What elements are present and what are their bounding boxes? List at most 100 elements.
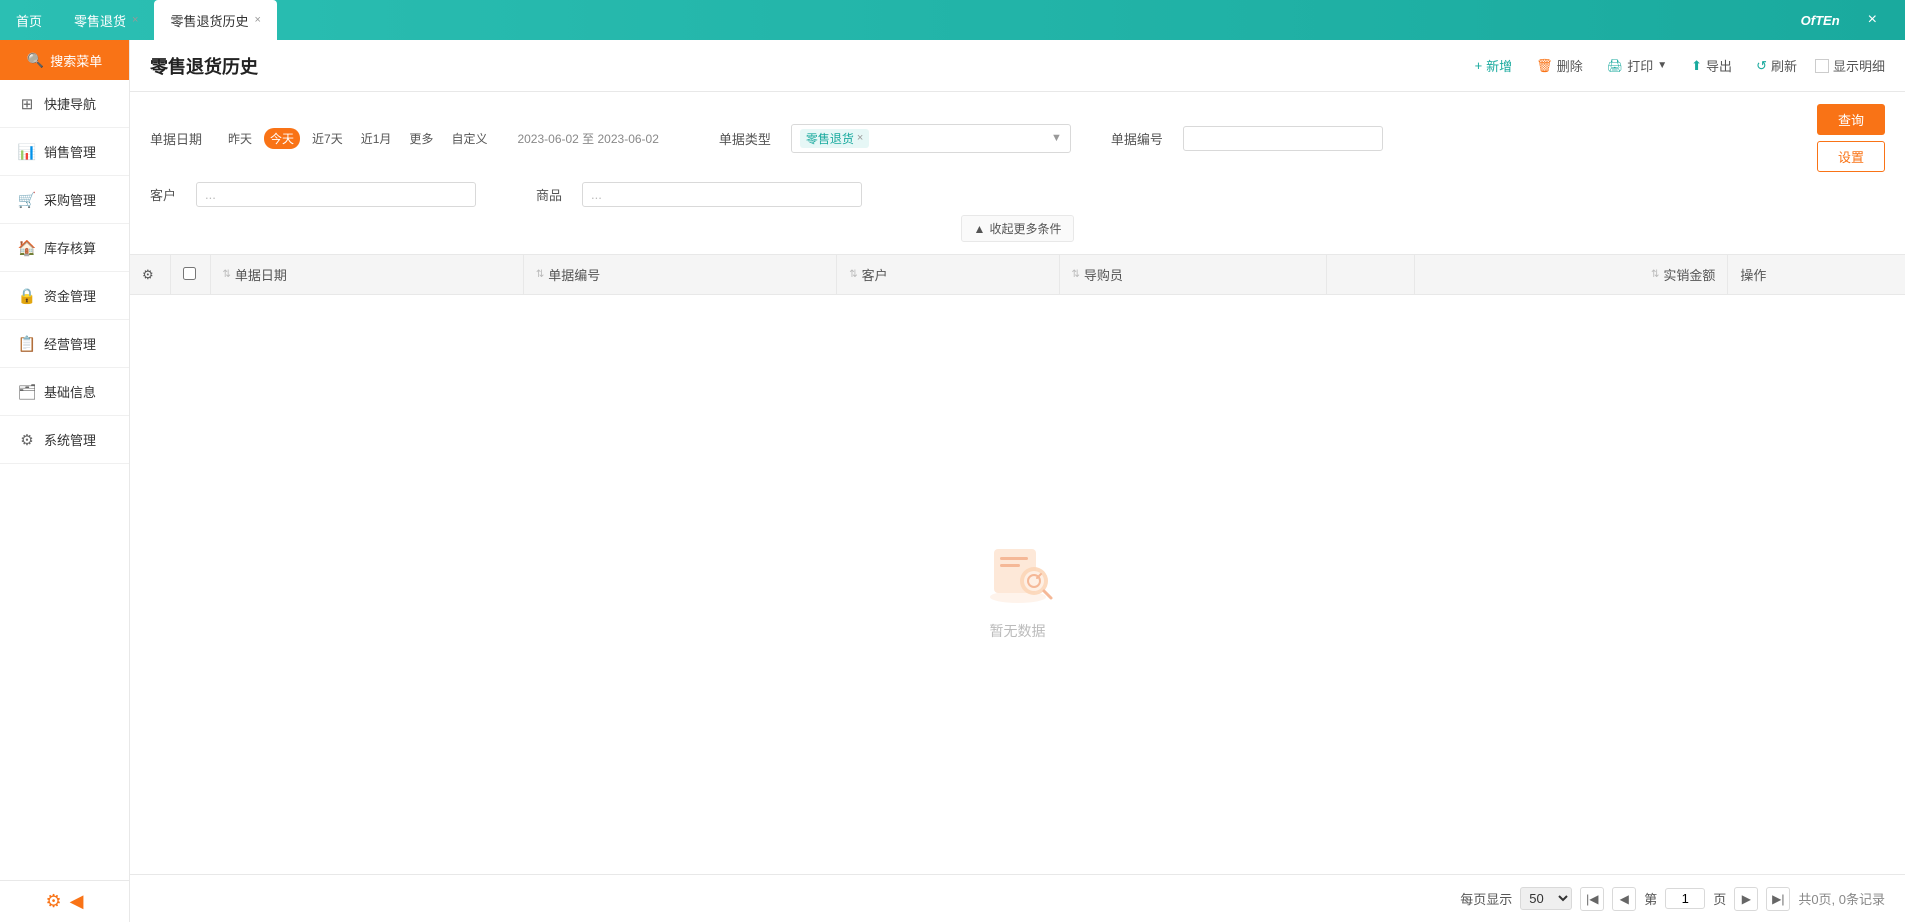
data-table: ⚙ ⇅ 单据日期 ⇅ — [130, 255, 1905, 295]
new-icon: + — [1475, 58, 1483, 73]
th-voucher-no[interactable]: ⇅ 单据编号 — [523, 255, 836, 295]
page-number-input[interactable] — [1665, 888, 1705, 909]
new-label: 新增 — [1486, 56, 1512, 75]
th-customer[interactable]: ⇅ 客户 — [837, 255, 1059, 295]
sidebar-item-ops-mgmt-label: 经营管理 — [44, 334, 96, 353]
tab-retail-return[interactable]: 零售退货 × — [58, 0, 154, 40]
sidebar-bottom: ⚙ ◀ — [0, 880, 129, 922]
settings-bottom-icon[interactable]: ⚙ — [46, 891, 62, 912]
empty-icon — [978, 529, 1058, 609]
gear-icon: ⚙ — [142, 267, 154, 282]
goods-select[interactable]: ... — [582, 182, 862, 207]
main-layout: 🔍 搜索菜单 ⊞ 快捷导航 📊 销售管理 🛒 采购管理 🏠 库存核算 🔒 资金管… — [0, 40, 1905, 922]
filter-row-2: 客户 ... 商品 ... — [150, 182, 1885, 207]
sidebar: 🔍 搜索菜单 ⊞ 快捷导航 📊 销售管理 🛒 采购管理 🏠 库存核算 🔒 资金管… — [0, 40, 130, 922]
sidebar-item-sys-mgmt[interactable]: ⚙ 系统管理 — [0, 416, 129, 464]
sidebar-item-inventory-label: 库存核算 — [44, 238, 96, 257]
window-close-button[interactable]: × — [1856, 11, 1889, 29]
page-actions: + 新增 🗑 删除 🖨 打印 ▼ ⬆ 导出 ↺ 刷新 — [1469, 52, 1885, 79]
th-customer-label: 客户 — [862, 265, 888, 284]
top-bar-right: OfTEn × — [1801, 11, 1905, 29]
export-button[interactable]: ⬆ 导出 — [1685, 52, 1738, 79]
sidebar-item-basic-info-label: 基础信息 — [44, 382, 96, 401]
sidebar-item-inventory[interactable]: 🏠 库存核算 — [0, 224, 129, 272]
sidebar-item-basic-info[interactable]: 🗂 基础信息 — [0, 368, 129, 416]
delete-button[interactable]: 🗑 删除 — [1530, 52, 1589, 79]
print-label: 打印 — [1627, 56, 1653, 75]
voucher-type-label: 单据类型 — [719, 129, 771, 148]
tab-retail-return-history-close[interactable]: × — [254, 14, 260, 26]
sidebar-search[interactable]: 🔍 搜索菜单 — [0, 40, 129, 80]
refresh-icon: ↺ — [1756, 58, 1767, 74]
customer-dots: ... — [205, 187, 216, 202]
page-size-select[interactable]: 50 10 20 100 — [1520, 887, 1572, 910]
ops-mgmt-icon: 📋 — [18, 335, 36, 353]
filter-area: 单据日期 昨天 今天 近7天 近1月 更多 自定义 2023-06-02 至 2… — [130, 92, 1905, 255]
tab-home[interactable]: 首页 — [0, 0, 58, 40]
show-detail-label: 显示明细 — [1833, 56, 1885, 75]
voucher-type-remove[interactable]: × — [857, 132, 863, 144]
date-option-yesterday[interactable]: 昨天 — [222, 128, 258, 149]
set-button[interactable]: 设置 — [1817, 141, 1885, 172]
date-options: 昨天 今天 近7天 近1月 更多 自定义 — [222, 128, 493, 149]
page-section-label: 第 — [1644, 889, 1657, 908]
date-option-custom[interactable]: 自定义 — [445, 128, 493, 149]
voucher-no-input[interactable] — [1183, 126, 1383, 151]
select-all-checkbox[interactable] — [183, 267, 196, 280]
sidebar-item-purchase-mgmt[interactable]: 🛒 采购管理 — [0, 176, 129, 224]
th-checkbox[interactable] — [170, 255, 210, 295]
voucher-no-label: 单据编号 — [1111, 129, 1163, 148]
voucher-type-select[interactable]: 零售退货 × ▼ — [791, 124, 1071, 153]
th-guide[interactable]: ⇅ 导购员 — [1059, 255, 1327, 295]
page-size-label: 每页显示 — [1460, 889, 1512, 908]
show-detail-checkbox[interactable] — [1815, 59, 1829, 73]
quick-nav-icon: ⊞ — [18, 95, 36, 113]
delete-label: 删除 — [1557, 56, 1583, 75]
refresh-label: 刷新 — [1771, 56, 1797, 75]
date-option-7days[interactable]: 近7天 — [306, 128, 349, 149]
last-page-button[interactable]: ▶| — [1766, 887, 1790, 911]
query-set-buttons: 查询 设置 — [1817, 104, 1885, 172]
export-label: 导出 — [1706, 56, 1732, 75]
tab-retail-return-history[interactable]: 零售退货历史 × — [154, 0, 276, 40]
sidebar-item-finance[interactable]: 🔒 资金管理 — [0, 272, 129, 320]
prev-page-button[interactable]: ◀ — [1612, 887, 1636, 911]
refresh-button[interactable]: ↺ 刷新 — [1750, 52, 1803, 79]
print-icon: 🖨 — [1607, 58, 1624, 74]
sidebar-item-quick-nav[interactable]: ⊞ 快捷导航 — [0, 80, 129, 128]
show-detail-toggle[interactable]: 显示明细 — [1815, 56, 1885, 75]
content-area: 零售退货历史 + 新增 🗑 删除 🖨 打印 ▼ ⬆ 导出 — [130, 40, 1905, 922]
tab-retail-return-close[interactable]: × — [132, 14, 138, 26]
voucher-type-tag: 零售退货 × — [800, 129, 869, 148]
date-option-more[interactable]: 更多 — [403, 128, 439, 149]
brand-label: OfTEn — [1801, 13, 1840, 28]
collapse-button[interactable]: ▲ 收起更多条件 — [961, 215, 1075, 242]
new-button[interactable]: + 新增 — [1469, 52, 1519, 79]
sales-mgmt-icon: 📊 — [18, 143, 36, 161]
th-voucher-date[interactable]: ⇅ 单据日期 — [210, 255, 523, 295]
th-guide-sort: ⇅ — [1072, 269, 1080, 280]
first-page-button[interactable]: |◀ — [1580, 887, 1604, 911]
th-guide-label: 导购员 — [1084, 265, 1123, 284]
sidebar-item-quick-nav-label: 快捷导航 — [44, 94, 96, 113]
tab-bar: 首页 零售退货 × 零售退货历史 × — [0, 0, 1801, 40]
print-button[interactable]: 🖨 打印 ▼ — [1601, 52, 1673, 79]
goods-label: 商品 — [536, 185, 562, 204]
collapse-sidebar-icon[interactable]: ◀ — [70, 891, 84, 912]
customer-select[interactable]: ... — [196, 182, 476, 207]
date-option-1month[interactable]: 近1月 — [355, 128, 398, 149]
voucher-type-chevron: ▼ — [1051, 132, 1062, 144]
th-actual-amount[interactable]: ⇅ 实销金额 — [1414, 255, 1727, 295]
query-button[interactable]: 查询 — [1817, 104, 1885, 135]
th-gear[interactable]: ⚙ — [130, 255, 170, 295]
table-wrapper: ⚙ ⇅ 单据日期 ⇅ — [130, 255, 1905, 874]
page-label: 页 — [1713, 889, 1726, 908]
sidebar-item-sales-mgmt-label: 销售管理 — [44, 142, 96, 161]
sidebar-item-sales-mgmt[interactable]: 📊 销售管理 — [0, 128, 129, 176]
date-option-today[interactable]: 今天 — [264, 128, 300, 149]
next-page-button[interactable]: ▶ — [1734, 887, 1758, 911]
sidebar-item-ops-mgmt[interactable]: 📋 经营管理 — [0, 320, 129, 368]
th-voucher-date-label: 单据日期 — [235, 265, 287, 284]
tab-retail-return-label: 零售退货 — [74, 11, 126, 30]
top-bar: 首页 零售退货 × 零售退货历史 × OfTEn × — [0, 0, 1905, 40]
